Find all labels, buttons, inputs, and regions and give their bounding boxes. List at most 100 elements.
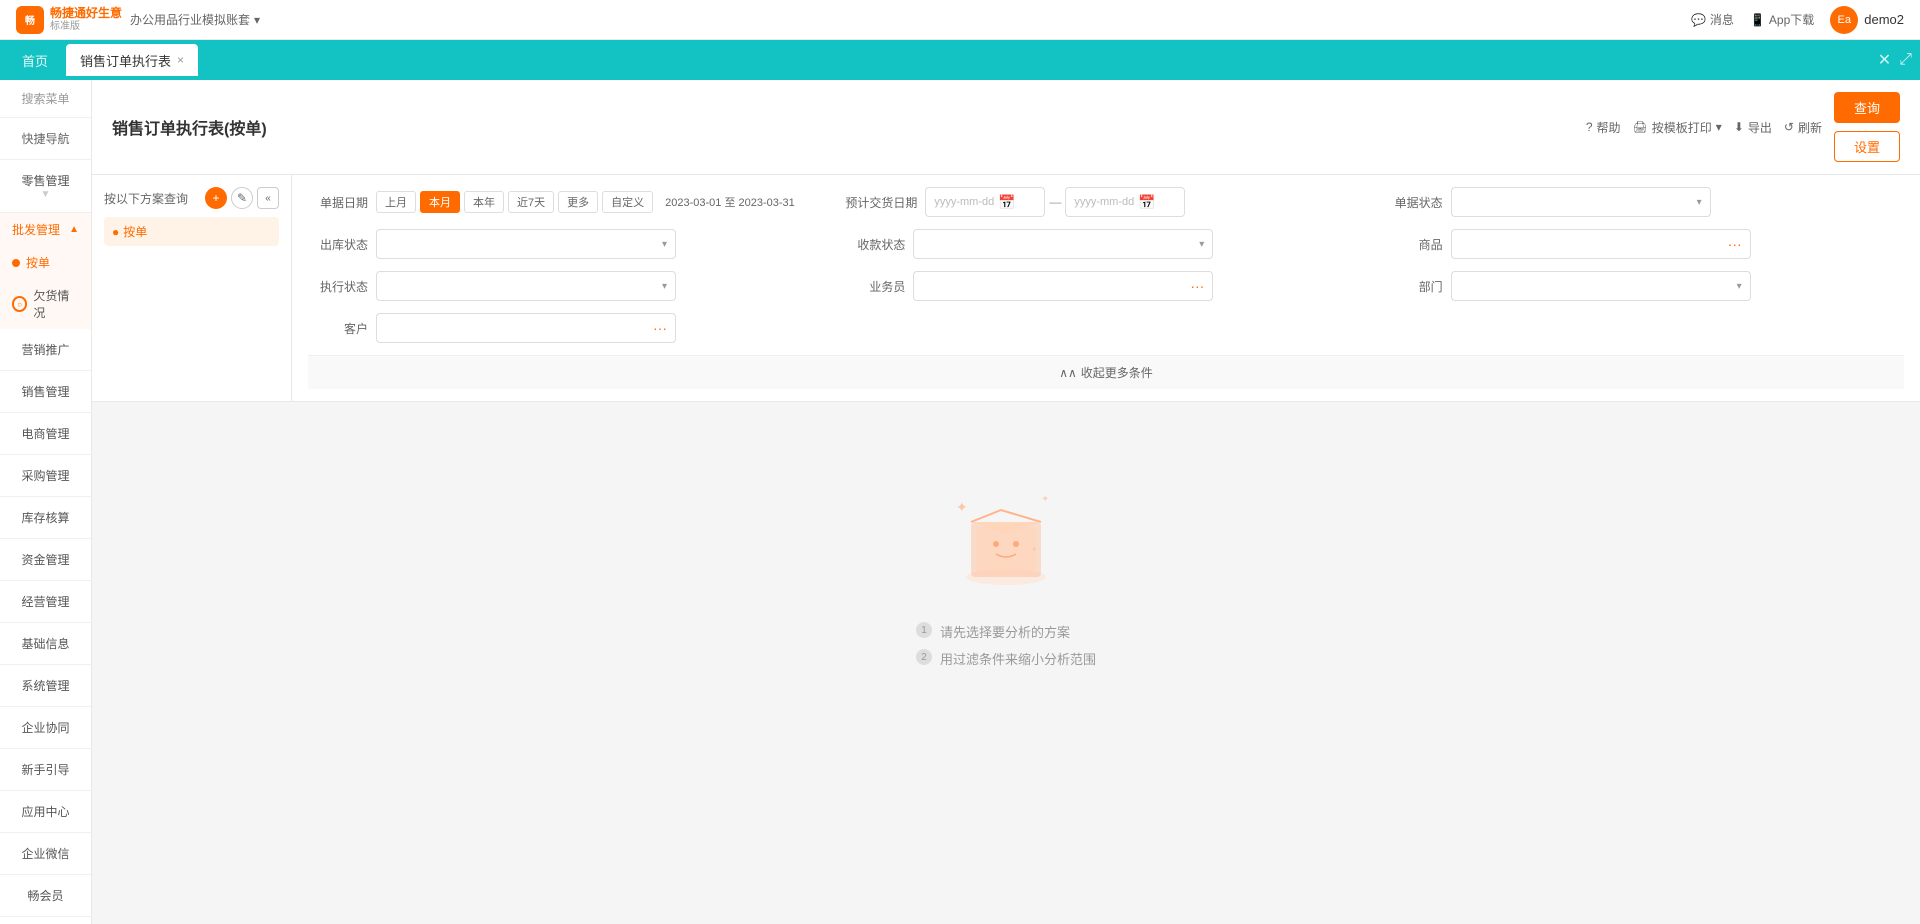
date-tag-this-year[interactable]: 本年: [464, 191, 504, 213]
doc-status-dropdown-icon: ▾: [1697, 197, 1702, 208]
exec-status-select[interactable]: ▾: [376, 271, 676, 301]
purchase-label: 采购管理: [21, 469, 69, 483]
sidebar-item-appstore[interactable]: 应用中心: [0, 791, 91, 833]
customer-more-icon[interactable]: ···: [653, 320, 667, 336]
collab-label: 企业协同: [21, 721, 69, 735]
owe-icon: ○: [12, 296, 27, 312]
sidebar-item-system[interactable]: 系统管理: [0, 665, 91, 707]
message-btn[interactable]: 💬 消息: [1691, 11, 1734, 28]
filter-row-3: 执行状态 ▾ 业务员 ···: [308, 271, 1904, 301]
filter-row-4: 客户 ···: [308, 313, 1904, 343]
owe-label: 欠货情况: [33, 287, 79, 321]
outbound-status-select[interactable]: ▾: [376, 229, 676, 259]
exec-dropdown-icon: ▾: [662, 281, 667, 292]
customer-input[interactable]: ···: [376, 313, 676, 343]
receipt-status-select[interactable]: ▾: [913, 229, 1213, 259]
sidebar-item-newbie[interactable]: 新手引导: [0, 749, 91, 791]
logo-text: 畅捷通好生意: [50, 6, 122, 20]
industry-selector[interactable]: 办公用品行业模拟账套 ▾: [130, 11, 260, 28]
sidebar-search-menu[interactable]: 搜索菜单: [0, 80, 91, 118]
sidebar-item-vip[interactable]: 畅会员: [0, 875, 91, 917]
sidebar-sub-order[interactable]: 按单: [0, 246, 91, 279]
retail-arrow: ▼: [41, 189, 51, 200]
sidebar-item-wechat[interactable]: 企业微信: [0, 833, 91, 875]
outbound-status-label: 出库状态: [308, 236, 368, 253]
date-start-placeholder: yyyy-mm-dd: [934, 196, 994, 208]
collapse-more-bar[interactable]: ∧∧ 收起更多条件: [308, 355, 1904, 389]
message-label: 消息: [1710, 11, 1734, 28]
help-label: 帮助: [1597, 119, 1621, 136]
user-menu[interactable]: Ea demo2: [1830, 6, 1904, 34]
dept-select[interactable]: ▾: [1451, 271, 1751, 301]
edit-scheme-btn[interactable]: ✎: [231, 187, 253, 209]
collapse-arrow-icon: ∧∧: [1059, 366, 1077, 380]
main-layout: 搜索菜单 快捷导航 零售管理 ▼ 批发管理 ▲ 按单 ○ 欠货情况 营销推广: [0, 80, 1920, 924]
tab-home[interactable]: 首页: [8, 44, 62, 76]
empty-tips: 1 请先选择要分析的方案 2 用过滤条件来缩小分析范围: [916, 622, 1096, 676]
logo-icon: 畅: [16, 6, 44, 34]
refresh-btn[interactable]: ↺ 刷新: [1784, 119, 1822, 136]
sidebar: 搜索菜单 快捷导航 零售管理 ▼ 批发管理 ▲ 按单 ○ 欠货情况 营销推广: [0, 80, 92, 924]
sidebar-item-marketing[interactable]: 营销推广: [0, 329, 91, 371]
scheme-item-by-order[interactable]: ● 按单: [104, 217, 279, 246]
top-bar-left: 畅 畅捷通好生意 标准版 办公用品行业模拟账套 ▾: [16, 6, 260, 34]
doc-status-select[interactable]: ▾: [1451, 187, 1711, 217]
sidebar-item-collab[interactable]: 企业协同: [0, 707, 91, 749]
order-label: 按单: [26, 254, 50, 271]
export-btn[interactable]: ⬇ 导出: [1734, 119, 1772, 136]
sidebar-item-operations[interactable]: 经营管理: [0, 581, 91, 623]
dept-dropdown-icon: ▾: [1737, 281, 1742, 292]
app-download-btn[interactable]: 📱 App下载: [1750, 11, 1814, 28]
product-input[interactable]: ···: [1451, 229, 1751, 259]
message-icon: 💬: [1691, 13, 1706, 27]
product-more-icon[interactable]: ···: [1728, 236, 1742, 252]
sidebar-sub-owe[interactable]: ○ 欠货情况: [0, 279, 91, 329]
wholesale-label: 批发管理: [12, 221, 60, 238]
tab-maximize-btn[interactable]: ⤢: [1899, 51, 1912, 69]
tip-item-1: 1 请先选择要分析的方案: [916, 622, 1096, 641]
filter-panel: 按以下方案查询 + ✎ « ● 按单: [92, 175, 1920, 402]
date-end-input[interactable]: yyyy-mm-dd 📅: [1065, 187, 1185, 217]
filter-row-1: 单据日期 上月 本月 本年 近7天 更多 自定义 2023-03-01 至 20…: [308, 187, 1904, 217]
salesperson-more-icon[interactable]: ···: [1190, 278, 1204, 294]
print-btn[interactable]: 🖨 按模板打印 ▾: [1633, 119, 1722, 136]
sidebar-item-purchase[interactable]: 采购管理: [0, 455, 91, 497]
help-btn[interactable]: ? 帮助: [1586, 119, 1621, 136]
add-scheme-btn[interactable]: +: [205, 187, 227, 209]
salesperson-input[interactable]: ···: [913, 271, 1213, 301]
sidebar-item-finance[interactable]: 资金管理: [0, 539, 91, 581]
newbie-label: 新手引导: [21, 763, 69, 777]
settings-btn[interactable]: 设置: [1834, 131, 1900, 162]
scheme-section-label: 按以下方案查询: [104, 190, 188, 207]
sidebar-item-inventory[interactable]: 库存核算: [0, 497, 91, 539]
collapse-scheme-btn[interactable]: «: [257, 187, 279, 209]
order-active-dot: [12, 259, 20, 267]
export-icon: ⬇: [1734, 120, 1744, 134]
dept-label: 部门: [1383, 278, 1443, 295]
query-btn[interactable]: 查询: [1834, 92, 1900, 123]
tip-num-2: 2: [916, 649, 932, 665]
system-label: 系统管理: [21, 679, 69, 693]
sidebar-item-ecommerce[interactable]: 电商管理: [0, 413, 91, 455]
date-tag-this-month[interactable]: 本月: [420, 191, 460, 213]
date-tag-more[interactable]: 更多: [558, 191, 598, 213]
sidebar-quick-nav[interactable]: 快捷导航: [0, 118, 91, 160]
sidebar-item-basic[interactable]: 基础信息: [0, 623, 91, 665]
empty-illustration: ✦ ✦ ✦: [946, 482, 1066, 602]
salesperson-field: 业务员 ···: [845, 271, 1366, 301]
query-actions: 查询 设置: [1834, 92, 1900, 162]
sidebar-item-sales-mgmt[interactable]: 销售管理: [0, 371, 91, 413]
expected-date-label: 预计交货日期: [845, 194, 917, 211]
date-start-input[interactable]: yyyy-mm-dd 📅: [925, 187, 1045, 217]
tab-close-btn[interactable]: ×: [177, 53, 184, 67]
date-tag-custom[interactable]: 自定义: [602, 191, 653, 213]
sidebar-item-wholesale[interactable]: 批发管理 ▲: [0, 213, 91, 246]
date-tag-last-month[interactable]: 上月: [376, 191, 416, 213]
sidebar-item-retail[interactable]: 零售管理 ▼: [0, 160, 91, 213]
date-tag-7days[interactable]: 近7天: [508, 191, 554, 213]
tab-close-window-btn[interactable]: ✕: [1878, 50, 1891, 70]
tab-sales-order-exec[interactable]: 销售订单执行表 ×: [66, 44, 198, 76]
sidebar-wholesale-section: 批发管理 ▲ 按单 ○ 欠货情况: [0, 213, 91, 329]
quick-nav-label: 快捷导航: [21, 132, 69, 146]
expected-date-field: 预计交货日期 yyyy-mm-dd 📅 — yyyy-mm-dd 📅: [845, 187, 1366, 217]
